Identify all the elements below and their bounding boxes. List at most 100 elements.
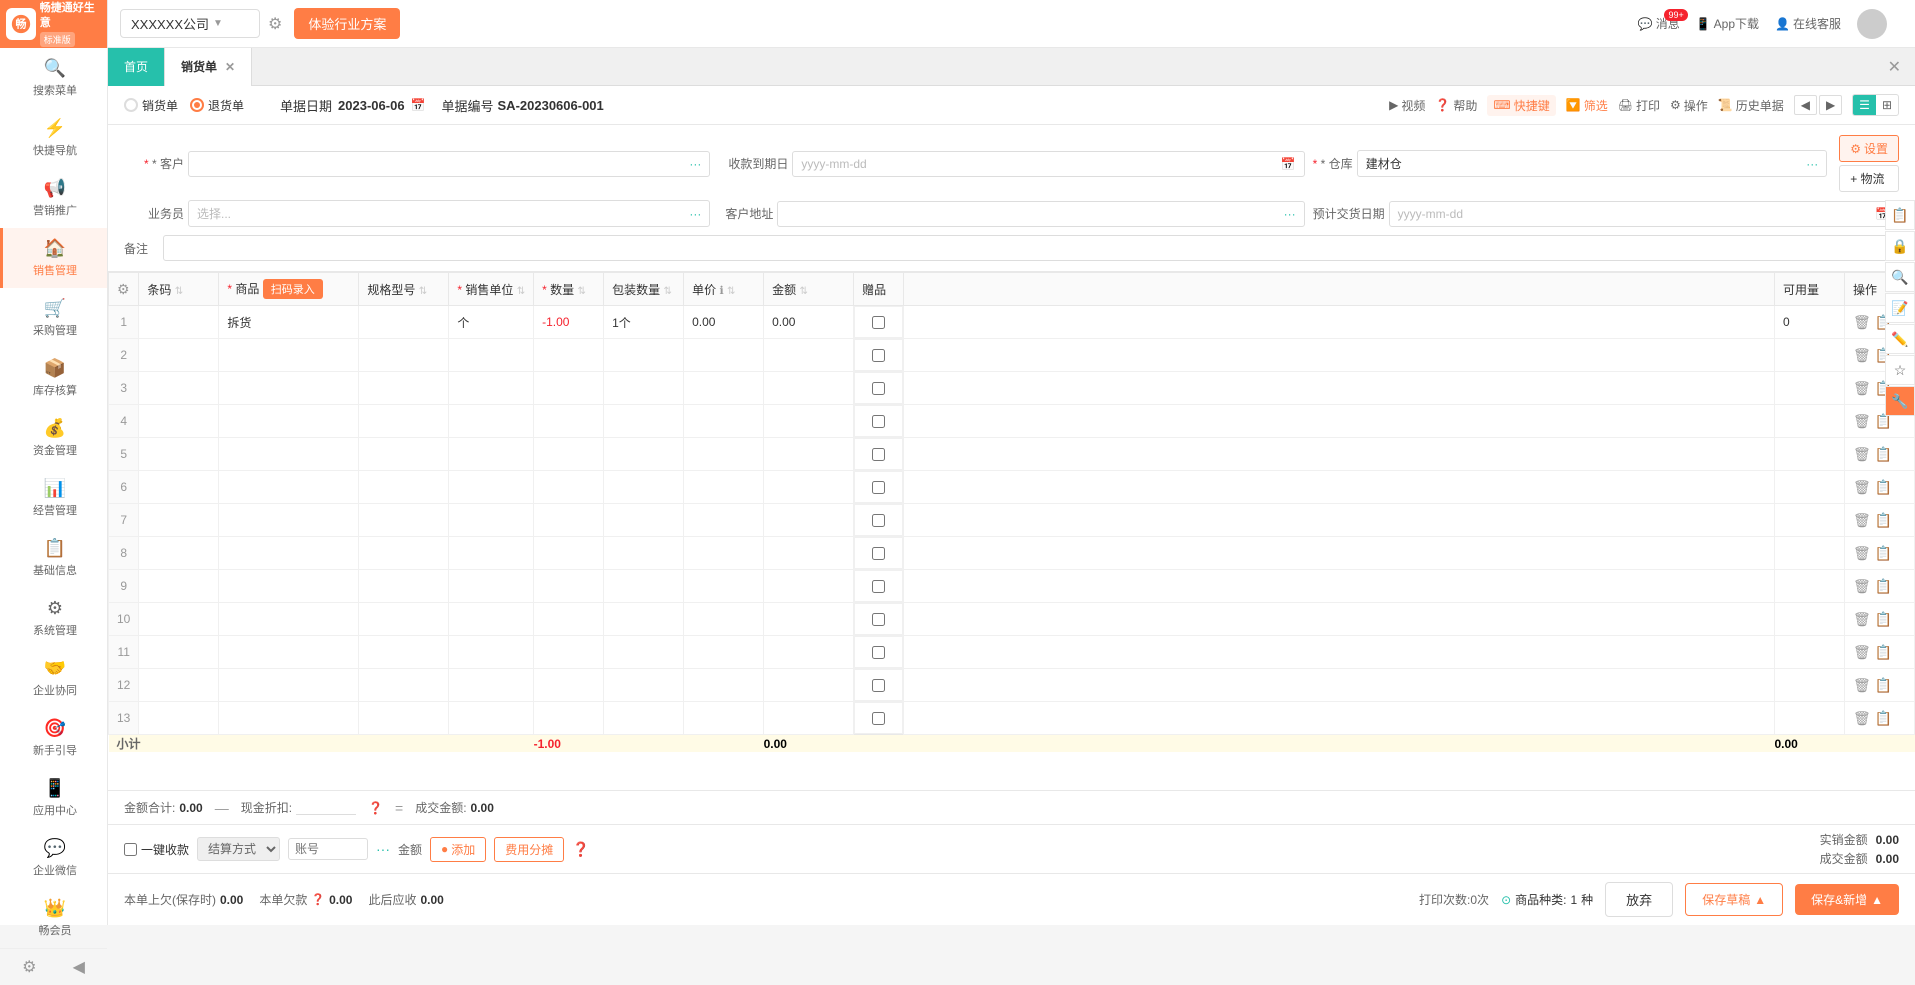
gift-checkbox-3[interactable] — [872, 382, 885, 395]
prev-btn[interactable]: ◀ — [1794, 95, 1817, 115]
row-amount-3[interactable] — [764, 372, 854, 405]
row-spec-13[interactable] — [359, 702, 449, 735]
row-unit-2[interactable] — [449, 339, 534, 372]
row-quantity-4[interactable] — [534, 405, 604, 438]
online-service-btn[interactable]: 👤 在线客服 — [1775, 15, 1841, 32]
sidebar-collapse-btn[interactable]: ◀ — [73, 957, 85, 977]
delete-row-6[interactable]: 🗑 — [1853, 479, 1871, 496]
expected-date-input[interactable]: yyyy-mm-dd 📅 — [1389, 201, 1899, 227]
row-barcode-1[interactable] — [139, 306, 219, 339]
row-unit-price-4[interactable] — [684, 405, 764, 438]
row-gift-7[interactable] — [854, 504, 903, 536]
gift-checkbox-13[interactable] — [872, 712, 885, 725]
row-product-2[interactable] — [219, 339, 359, 372]
row-spec-1[interactable] — [359, 306, 449, 339]
row-remark-11[interactable] — [904, 636, 1775, 669]
delete-row-3[interactable]: 🗑 — [1853, 380, 1871, 397]
scan-btn[interactable]: 扫码录入 — [263, 279, 323, 299]
note-input[interactable] — [163, 235, 1899, 261]
warehouse-input[interactable]: 建材仓 ··· — [1357, 150, 1828, 177]
row-amount-10[interactable] — [764, 603, 854, 636]
row-unit-10[interactable] — [449, 603, 534, 636]
row-gift-13[interactable] — [854, 702, 903, 734]
row-pack-qty-8[interactable] — [604, 537, 684, 570]
row-pack-qty-10[interactable] — [604, 603, 684, 636]
row-barcode-12[interactable] — [139, 669, 219, 702]
sidebar-item-cooperation[interactable]: 🤝 企业协同 — [0, 648, 107, 708]
gift-checkbox-12[interactable] — [872, 679, 885, 692]
copy-row-10[interactable]: 📋 — [1875, 611, 1892, 628]
row-barcode-4[interactable] — [139, 405, 219, 438]
row-barcode-3[interactable] — [139, 372, 219, 405]
delete-row-7[interactable]: 🗑 — [1853, 512, 1871, 529]
row-barcode-5[interactable] — [139, 438, 219, 471]
gift-checkbox-1[interactable] — [872, 316, 885, 329]
row-quantity-7[interactable] — [534, 504, 604, 537]
trial-btn[interactable]: 体验行业方案 — [294, 8, 400, 39]
customer-address-ellipsis[interactable]: ··· — [1284, 207, 1296, 221]
product-type-q[interactable]: ⊙ — [1501, 893, 1511, 907]
row-quantity-2[interactable] — [534, 339, 604, 372]
row-quantity-5[interactable] — [534, 438, 604, 471]
row-remark-9[interactable] — [904, 570, 1775, 603]
row-spec-2[interactable] — [359, 339, 449, 372]
sidebar-item-sales[interactable]: 🏠 销售管理 — [0, 228, 107, 288]
row-unit-13[interactable] — [449, 702, 534, 735]
row-remark-1[interactable] — [904, 306, 1775, 339]
row-unit-12[interactable] — [449, 669, 534, 702]
customer-ellipsis[interactable]: ··· — [689, 157, 701, 171]
row-gift-1[interactable] — [854, 306, 903, 338]
customer-input[interactable]: ··· — [188, 151, 710, 177]
row-unit-5[interactable] — [449, 438, 534, 471]
row-product-1[interactable]: 拆货 — [219, 306, 359, 339]
print-btn[interactable]: 🖨 打印 — [1618, 97, 1660, 114]
tab-home[interactable]: 首页 — [108, 48, 165, 86]
row-amount-6[interactable] — [764, 471, 854, 504]
next-btn[interactable]: ▶ — [1819, 95, 1842, 115]
row-quantity-11[interactable] — [534, 636, 604, 669]
row-quantity-1[interactable]: -1.00 — [534, 306, 604, 339]
row-barcode-6[interactable] — [139, 471, 219, 504]
row-unit-11[interactable] — [449, 636, 534, 669]
row-product-4[interactable] — [219, 405, 359, 438]
logistics-btn[interactable]: + 物流 — [1839, 165, 1899, 192]
row-quantity-9[interactable] — [534, 570, 604, 603]
row-spec-6[interactable] — [359, 471, 449, 504]
app-download-btn[interactable]: 📱 App下载 — [1696, 15, 1759, 32]
save-draft-btn[interactable]: 保存草稿 ▲ — [1685, 883, 1783, 916]
sidebar-item-quick-nav[interactable]: ⚡ 快捷导航 — [0, 108, 107, 168]
row-remark-12[interactable] — [904, 669, 1775, 702]
operate-btn[interactable]: ⚙ 操作 — [1670, 97, 1708, 114]
row-unit-price-3[interactable] — [684, 372, 764, 405]
row-barcode-2[interactable] — [139, 339, 219, 372]
right-float-2[interactable]: 🔒 — [1885, 231, 1915, 261]
settings-btn[interactable]: ⚙ 设置 — [1839, 135, 1899, 162]
row-spec-12[interactable] — [359, 669, 449, 702]
row-unit-price-1[interactable]: 0.00 — [684, 306, 764, 339]
copy-row-12[interactable]: 📋 — [1875, 677, 1892, 694]
row-amount-9[interactable] — [764, 570, 854, 603]
right-float-1[interactable]: 📋 — [1885, 200, 1915, 230]
owed-info-icon[interactable]: ❓ — [311, 893, 325, 906]
row-barcode-13[interactable] — [139, 702, 219, 735]
row-pack-qty-2[interactable] — [604, 339, 684, 372]
row-product-13[interactable] — [219, 702, 359, 735]
barcode-sort-icon[interactable]: ⇅ — [175, 286, 183, 297]
row-pack-qty-13[interactable] — [604, 702, 684, 735]
warehouse-ellipsis[interactable]: ··· — [1806, 157, 1818, 171]
row-barcode-7[interactable] — [139, 504, 219, 537]
row-amount-2[interactable] — [764, 339, 854, 372]
row-spec-4[interactable] — [359, 405, 449, 438]
gift-checkbox-11[interactable] — [872, 646, 885, 659]
copy-row-9[interactable]: 📋 — [1875, 578, 1892, 595]
message-btn[interactable]: 💬 消息 99+ — [1638, 15, 1680, 32]
due-date-input[interactable]: yyyy-mm-dd 📅 — [792, 151, 1304, 177]
delete-row-8[interactable]: 🗑 — [1853, 545, 1871, 562]
row-remark-3[interactable] — [904, 372, 1775, 405]
row-remark-5[interactable] — [904, 438, 1775, 471]
payment-checkbox-input[interactable] — [124, 843, 137, 856]
list-view-btn[interactable]: ☰ — [1853, 95, 1876, 115]
row-pack-qty-9[interactable] — [604, 570, 684, 603]
row-barcode-11[interactable] — [139, 636, 219, 669]
abandon-btn[interactable]: 放弃 — [1605, 882, 1673, 917]
